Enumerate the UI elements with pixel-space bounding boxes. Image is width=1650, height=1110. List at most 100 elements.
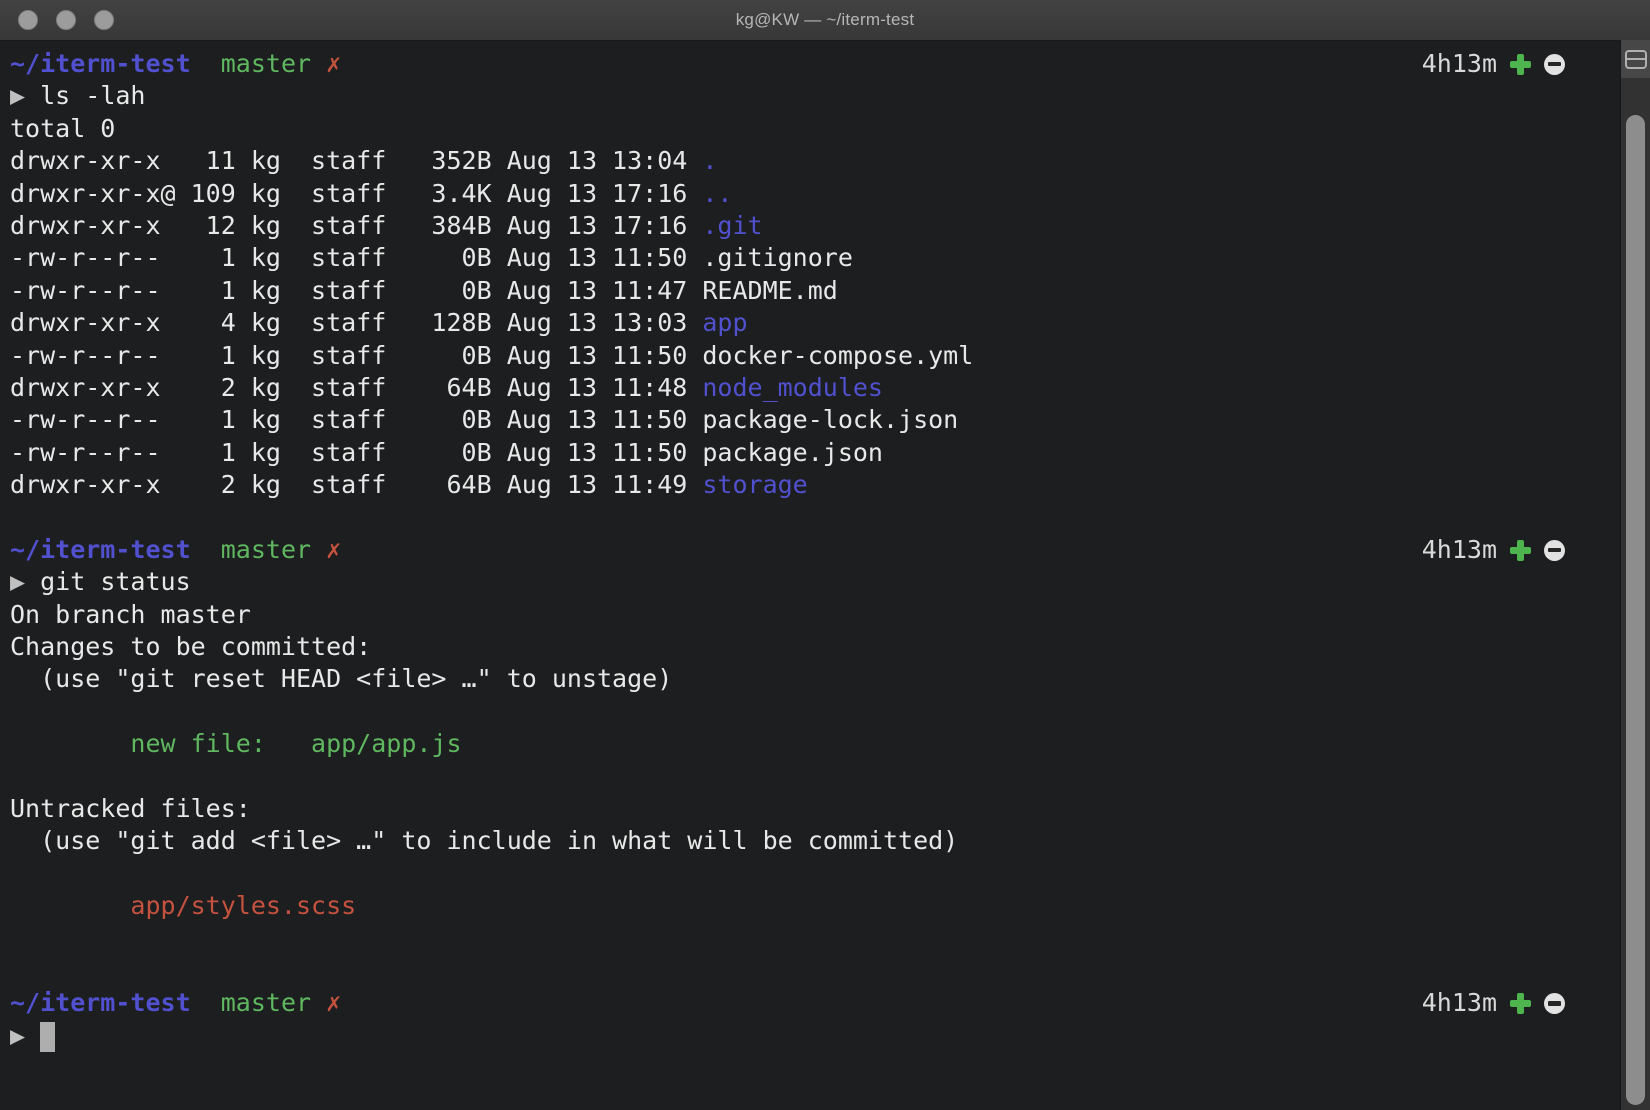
- terminal-line: [10, 501, 1620, 533]
- minimize-button[interactable]: [56, 10, 76, 30]
- text-segment: [191, 535, 221, 564]
- text-segment: drwxr-xr-x 11 kg staff 352B Aug 13 13:04: [10, 146, 702, 175]
- staged-file-line: new file: app/app.js: [10, 728, 1620, 760]
- text-segment: drwxr-xr-x@ 109 kg staff 3.4K Aug 13 17:…: [10, 179, 702, 208]
- text-segment: -rw-r--r-- 1 kg staff 0B Aug 13 11:50 pa…: [10, 438, 883, 467]
- circled-dash-icon: [1544, 54, 1565, 75]
- prompt-right: 4h13m: [1422, 987, 1565, 1019]
- prompt-left: ~/iterm-test master ✗: [10, 987, 341, 1019]
- text-segment: -rw-r--r-- 1 kg staff 0B Aug 13 11:50 pa…: [10, 405, 958, 434]
- text-segment: On branch master: [10, 600, 251, 629]
- prompt-line: ~/iterm-test master ✗ 4h13m: [10, 534, 1620, 566]
- text-segment: new file: app/app.js: [10, 729, 462, 758]
- dir-name: .: [702, 146, 717, 175]
- ls-row: drwxr-xr-x 2 kg staff 64B Aug 13 11:49 s…: [10, 469, 1620, 501]
- git-branch: master: [221, 988, 311, 1017]
- terminal-line: (use "git add <file> …" to include in wh…: [10, 825, 1620, 857]
- untracked-file-line: app/styles.scss: [10, 890, 1620, 922]
- text-segment: -rw-r--r-- 1 kg staff 0B Aug 13 11:47 RE…: [10, 276, 838, 305]
- ls-row: -rw-r--r-- 1 kg staff 0B Aug 13 11:50 do…: [10, 340, 1620, 372]
- terminal-cursor[interactable]: [40, 1022, 55, 1052]
- text-segment: [311, 988, 326, 1017]
- iterm-window: kg@KW — ~/iterm-test ~/iterm-test master…: [0, 0, 1650, 1110]
- duration-text: 4h13m: [1422, 48, 1497, 80]
- terminal-line: total 0: [10, 113, 1620, 145]
- prompt-line: ~/iterm-test master ✗ 4h13m: [10, 48, 1620, 80]
- prompt-right: 4h13m: [1422, 534, 1565, 566]
- input-line: ▶: [10, 1020, 1620, 1052]
- circled-dash-icon: [1544, 540, 1565, 561]
- terminal-line: (use "git reset HEAD <file> …" to unstag…: [10, 663, 1620, 695]
- prompt-path: ~/iterm-test: [10, 49, 191, 78]
- prompt-left: ~/iterm-test master ✗: [10, 534, 341, 566]
- text-segment: drwxr-xr-x 4 kg staff 128B Aug 13 13:03: [10, 308, 702, 337]
- traffic-lights: [18, 10, 114, 30]
- prompt-arrow: ▶: [10, 81, 40, 110]
- ls-row: -rw-r--r-- 1 kg staff 0B Aug 13 11:47 RE…: [10, 275, 1620, 307]
- ls-row: drwxr-xr-x 11 kg staff 352B Aug 13 13:04…: [10, 145, 1620, 177]
- text-segment: total 0: [10, 114, 115, 143]
- duration-text: 4h13m: [1422, 534, 1497, 566]
- text-segment: app/styles.scss: [10, 891, 356, 920]
- titlebar[interactable]: kg@KW — ~/iterm-test: [0, 0, 1650, 41]
- command-text: ls -lah: [40, 81, 145, 110]
- text-segment: [311, 49, 326, 78]
- prompt-left: ~/iterm-test master ✗: [10, 48, 341, 80]
- dir-name: node_modules: [702, 373, 883, 402]
- scrollbar-track[interactable]: [1620, 40, 1650, 1110]
- git-dirty-mark: ✗: [326, 535, 341, 564]
- text-segment: Untracked files:: [10, 794, 251, 823]
- zoom-button[interactable]: [94, 10, 114, 30]
- split-pane-icon: [1625, 50, 1647, 69]
- text-segment: (use "git add <file> …" to include in wh…: [10, 826, 958, 855]
- terminal-line: [10, 761, 1620, 793]
- terminal-line: [10, 696, 1620, 728]
- prompt-arrow: ▶: [10, 1021, 40, 1050]
- text-segment: -rw-r--r-- 1 kg staff 0B Aug 13 11:50 .g…: [10, 243, 853, 272]
- prompt-arrow: ▶: [10, 567, 40, 596]
- close-button[interactable]: [18, 10, 38, 30]
- text-segment: drwxr-xr-x 2 kg staff 64B Aug 13 11:48: [10, 373, 702, 402]
- git-dirty-mark: ✗: [326, 49, 341, 78]
- text-segment: (use "git reset HEAD <file> …" to unstag…: [10, 664, 672, 693]
- command-line: ▶ ls -lah: [10, 80, 1620, 112]
- ls-row: -rw-r--r-- 1 kg staff 0B Aug 13 11:50 .g…: [10, 242, 1620, 274]
- text-segment: [191, 49, 221, 78]
- text-segment: drwxr-xr-x 12 kg staff 384B Aug 13 17:16: [10, 211, 702, 240]
- dir-name: .git: [702, 211, 762, 240]
- text-segment: -rw-r--r-- 1 kg staff 0B Aug 13 11:50 do…: [10, 341, 973, 370]
- command-text: git status: [40, 567, 191, 596]
- plus-icon: [1510, 540, 1531, 561]
- ls-row: drwxr-xr-x 2 kg staff 64B Aug 13 11:48 n…: [10, 372, 1620, 404]
- text-segment: Changes to be committed:: [10, 632, 371, 661]
- prompt-path: ~/iterm-test: [10, 988, 191, 1017]
- terminal-line: Changes to be committed:: [10, 631, 1620, 663]
- terminal-line: On branch master: [10, 599, 1620, 631]
- terminal-body[interactable]: ~/iterm-test master ✗4h13m▶ ls -lahtotal…: [0, 40, 1620, 1110]
- dir-name: ..: [702, 179, 732, 208]
- git-dirty-mark: ✗: [326, 988, 341, 1017]
- prompt-path: ~/iterm-test: [10, 535, 191, 564]
- plus-icon: [1510, 993, 1531, 1014]
- ls-row: drwxr-xr-x@ 109 kg staff 3.4K Aug 13 17:…: [10, 178, 1620, 210]
- circled-dash-icon: [1544, 993, 1565, 1014]
- text-segment: [311, 535, 326, 564]
- scrollbar-thumb[interactable]: [1626, 115, 1645, 1105]
- duration-text: 4h13m: [1422, 987, 1497, 1019]
- git-branch: master: [221, 535, 311, 564]
- ls-row: -rw-r--r-- 1 kg staff 0B Aug 13 11:50 pa…: [10, 437, 1620, 469]
- terminal-line: Untracked files:: [10, 793, 1620, 825]
- plus-icon: [1510, 54, 1531, 75]
- terminal-line: [10, 955, 1620, 987]
- command-line: ▶ git status: [10, 566, 1620, 598]
- ls-row: drwxr-xr-x 12 kg staff 384B Aug 13 17:16…: [10, 210, 1620, 242]
- pane-indicator[interactable]: [1621, 40, 1650, 78]
- terminal-line: [10, 858, 1620, 890]
- dir-name: app: [702, 308, 747, 337]
- dir-name: storage: [702, 470, 807, 499]
- prompt-line: ~/iterm-test master ✗ 4h13m: [10, 987, 1620, 1019]
- git-branch: master: [221, 49, 311, 78]
- terminal-line: [10, 923, 1620, 955]
- window-title: kg@KW — ~/iterm-test: [736, 10, 915, 30]
- text-segment: [191, 988, 221, 1017]
